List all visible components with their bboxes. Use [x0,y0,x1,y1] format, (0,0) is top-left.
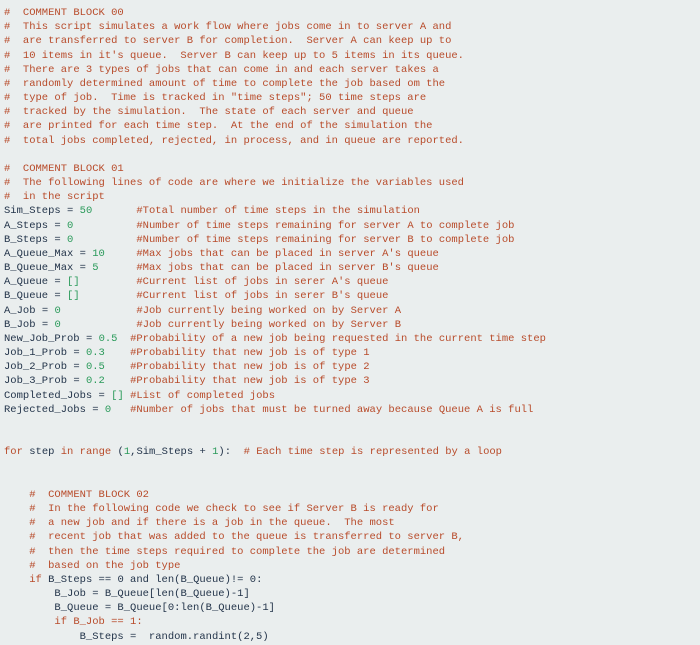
comment-block-00: # COMMENT BLOCK 00 # This script simulat… [4,7,464,147]
code-listing: # COMMENT BLOCK 00 # This script simulat… [0,0,700,645]
comment-block-02: # COMMENT BLOCK 02 # In the following co… [4,489,464,572]
for-keyword: for [4,446,23,458]
comment-block-01: # COMMENT BLOCK 01 # The following lines… [4,163,464,203]
